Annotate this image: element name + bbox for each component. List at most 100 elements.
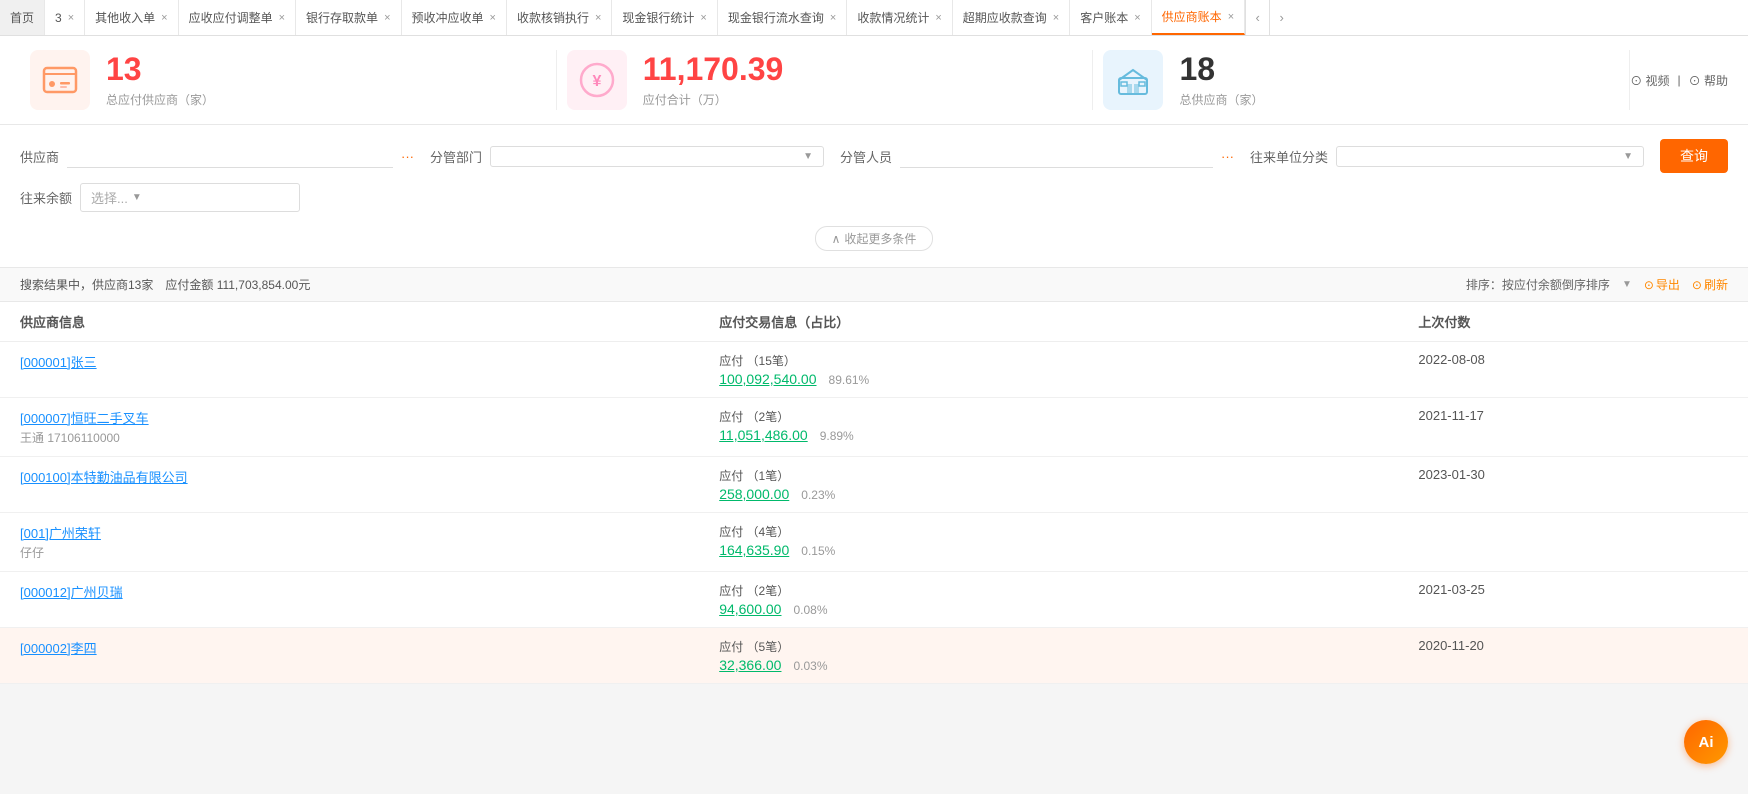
dept-label: 分管部门 (430, 147, 482, 166)
close-icon[interactable]: × (279, 12, 285, 24)
trans-amount-value[interactable]: 164,635.90 (719, 542, 789, 558)
supplier-info-cell: [000100]本特勤油品有限公司 (0, 457, 699, 513)
stats-bar: 13 总应付供应商（家） ¥ 11,170.39 应付合计（万） (0, 36, 1748, 125)
supplier-info-cell: [000007]恒旺二手叉车王通 17106110000 (0, 398, 699, 457)
nav-tab-3[interactable]: 3 × (45, 0, 85, 35)
nav-tab-home[interactable]: 首页 (0, 0, 45, 35)
nav-tab-cash-stat[interactable]: 现金银行统计 × (612, 0, 717, 35)
trans-amount-value[interactable]: 258,000.00 (719, 486, 789, 502)
nav-tab-collection-stat[interactable]: 收款情况统计 × (847, 0, 952, 35)
nav-tab-customer-ledger[interactable]: 客户账本 × (1070, 0, 1151, 35)
chevron-down-icon: ▼ (132, 192, 142, 203)
close-icon[interactable]: × (161, 12, 167, 24)
search-area: 供应商 ··· 分管部门 ▼ 分管人员 ··· 往来单位分类 ▼ 查询 往来 (0, 125, 1748, 268)
ap-suppliers-icon (30, 50, 90, 110)
data-table-wrap: 供应商信息 应付交易信息（占比） 上次付数 [000001]张三 应付 （15笔）… (0, 302, 1748, 684)
total-suppliers-icon (1103, 50, 1163, 110)
nav-tab-prepay-offset[interactable]: 预收冲应收单 × (402, 0, 507, 35)
trans-amount-value[interactable]: 100,092,540.00 (719, 371, 816, 387)
nav-tab-bank-deposit[interactable]: 银行存取款单 × (296, 0, 401, 35)
balance-label: 往来余额 (20, 188, 72, 207)
close-icon[interactable]: × (595, 12, 601, 24)
sort-label[interactable]: 排序：按应付余额倒序排序 (1466, 276, 1610, 293)
chevron-down-icon: ▼ (803, 151, 813, 162)
stat-ap-suppliers: 13 总应付供应商（家） (20, 50, 557, 110)
category-field: 往来单位分类 ▼ (1250, 146, 1644, 167)
nav-tab-supplier-ledger[interactable]: 供应商账本 × (1152, 0, 1245, 35)
supplier-link[interactable]: [001]广州荣轩 (20, 526, 101, 541)
close-icon[interactable]: × (68, 12, 74, 24)
chevron-down-icon: ▼ (1622, 279, 1632, 290)
trans-type-label: 应付 （4笔） (719, 523, 1378, 540)
close-icon[interactable]: × (830, 12, 836, 24)
last-payment-cell: 2022-08-08 (1398, 342, 1748, 398)
close-icon[interactable]: × (1053, 12, 1059, 24)
export-icon: ⊙ (1644, 278, 1654, 292)
help-link[interactable]: ⊙ 帮助 (1689, 72, 1728, 89)
trans-percentage: 0.23% (801, 488, 835, 502)
supplier-input[interactable] (67, 144, 393, 168)
supplier-link[interactable]: [000001]张三 (20, 355, 97, 370)
refresh-button[interactable]: ⊙ 刷新 (1692, 276, 1728, 293)
refresh-icon: ⊙ (1692, 278, 1702, 292)
nav-tab-other-income[interactable]: 其他收入单 × (85, 0, 178, 35)
ai-button[interactable]: Ai (1684, 720, 1728, 764)
supplier-link[interactable]: [000100]本特勤油品有限公司 (20, 470, 188, 485)
trans-percentage: 0.15% (801, 544, 835, 558)
balance-field: 往来余额 选择... ▼ (20, 183, 300, 212)
export-button[interactable]: ⊙ 导出 (1644, 276, 1680, 293)
supplier-field: 供应商 ··· (20, 144, 414, 168)
ap-suppliers-label: 总应付供应商（家） (106, 91, 214, 108)
close-icon[interactable]: × (490, 12, 496, 24)
person-dots[interactable]: ··· (1221, 149, 1234, 164)
table-row: [001]广州荣轩仔仔应付 （4笔）164,635.900.15% (0, 513, 1748, 572)
nav-arrow-right[interactable]: › (1269, 0, 1293, 36)
person-input[interactable] (900, 144, 1213, 168)
trans-percentage: 0.08% (793, 603, 827, 617)
supplier-label: 供应商 (20, 147, 59, 166)
last-payment-cell: 2020-11-20 (1398, 628, 1748, 684)
ap-suppliers-value: 13 (106, 52, 214, 87)
table-row: [000007]恒旺二手叉车王通 17106110000应付 （2笔）11,05… (0, 398, 1748, 457)
supplier-link[interactable]: [000002]李四 (20, 641, 97, 656)
supplier-info-cell: [000002]李四 (0, 628, 699, 684)
close-icon[interactable]: × (384, 12, 390, 24)
trans-percentage: 9.89% (820, 429, 854, 443)
category-dropdown[interactable]: ▼ (1336, 146, 1644, 167)
chevron-down-icon: ▼ (1623, 151, 1633, 162)
query-button[interactable]: 查询 (1660, 139, 1728, 173)
nav-arrow-left[interactable]: ‹ (1245, 0, 1269, 36)
dept-dropdown[interactable]: ▼ (490, 146, 824, 167)
balance-dropdown[interactable]: 选择... ▼ (80, 183, 300, 212)
supplier-link[interactable]: [000012]广州贝瑞 (20, 585, 123, 600)
total-suppliers-value: 18 (1179, 52, 1263, 87)
nav-tab-ar-ap-adjust[interactable]: 应收应付调整单 × (179, 0, 296, 35)
close-icon[interactable]: × (1228, 11, 1234, 23)
close-icon[interactable]: × (935, 12, 941, 24)
trans-amount-value[interactable]: 32,366.00 (719, 657, 781, 673)
result-info: 搜索结果中，供应商13家 应付金额 111,703,854.00元 (20, 276, 310, 293)
category-label: 往来单位分类 (1250, 147, 1328, 166)
collapse-button[interactable]: ∧ 收起更多条件 (815, 226, 934, 251)
close-icon[interactable]: × (700, 12, 706, 24)
nav-tab-collection-exec[interactable]: 收款核销执行 × (507, 0, 612, 35)
trans-amount-value[interactable]: 11,051,486.00 (719, 427, 808, 443)
transaction-info-cell: 应付 （2笔）94,600.000.08% (699, 572, 1398, 628)
ap-total-value: 11,170.39 (643, 52, 784, 87)
trans-type-label: 应付 （5笔） (719, 638, 1378, 655)
ap-total-icon: ¥ (567, 50, 627, 110)
last-payment-cell: 2023-01-30 (1398, 457, 1748, 513)
close-icon[interactable]: × (1134, 12, 1140, 24)
trans-type-label: 应付 （15笔） (719, 352, 1378, 369)
total-suppliers-label: 总供应商（家） (1179, 91, 1263, 108)
trans-amount-value[interactable]: 94,600.00 (719, 601, 781, 617)
svg-text:¥: ¥ (592, 73, 601, 90)
nav-tab-overdue-query[interactable]: 超期应收款查询 × (953, 0, 1070, 35)
collapse-bar: ∧ 收起更多条件 (20, 222, 1728, 257)
table-header-row: 供应商信息 应付交易信息（占比） 上次付数 (0, 302, 1748, 342)
trans-percentage: 0.03% (793, 659, 827, 673)
video-link[interactable]: ⊙ 视频 (1630, 72, 1669, 89)
supplier-link[interactable]: [000007]恒旺二手叉车 (20, 411, 149, 426)
nav-tab-cash-flow[interactable]: 现金银行流水查询 × (718, 0, 847, 35)
supplier-dots[interactable]: ··· (401, 149, 414, 164)
